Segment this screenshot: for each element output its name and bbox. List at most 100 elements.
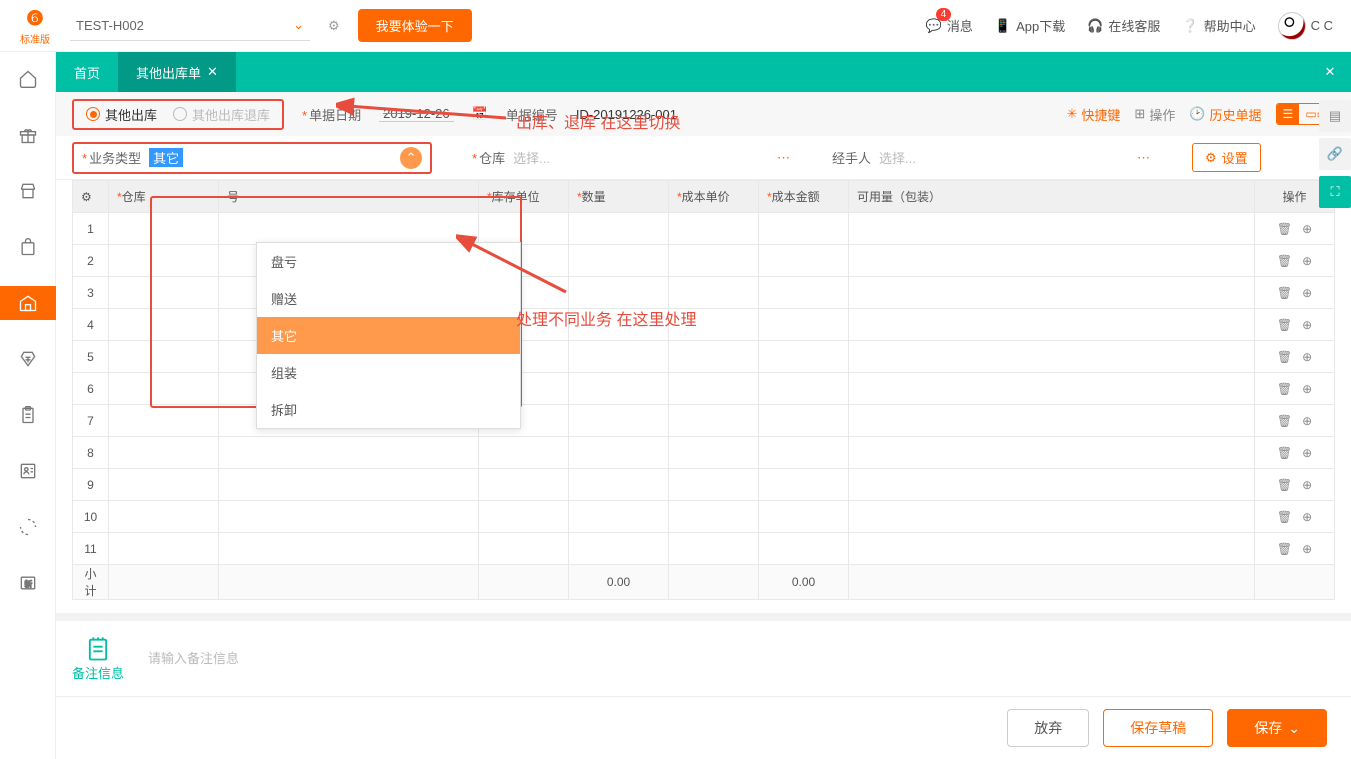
cell-amt[interactable]	[759, 437, 849, 469]
cell-avail[interactable]	[849, 277, 1255, 309]
add-icon[interactable]: ⊕	[1302, 414, 1312, 428]
more-icon[interactable]: ⋯	[1137, 150, 1152, 166]
user-menu[interactable]: C C	[1278, 12, 1333, 40]
tab-other-outbound[interactable]: 其他出库单 ✕	[118, 52, 236, 92]
cell-cost[interactable]	[669, 213, 759, 245]
delete-icon[interactable]: 🗑	[1277, 414, 1292, 428]
cell-avail[interactable]	[849, 309, 1255, 341]
cell-unit[interactable]	[479, 501, 569, 533]
delete-icon[interactable]: 🗑	[1277, 222, 1292, 236]
rail-doc-icon[interactable]: ▤	[1319, 100, 1351, 132]
cell-wh[interactable]	[109, 309, 219, 341]
cell-cost[interactable]	[669, 373, 759, 405]
nav-finance[interactable]	[0, 342, 56, 376]
cell-wh[interactable]	[109, 469, 219, 501]
save-button[interactable]: 保存⌄	[1227, 709, 1327, 747]
delete-icon[interactable]: 🗑	[1277, 478, 1292, 492]
rail-expand-icon[interactable]: ⛶	[1319, 176, 1351, 208]
help-center-button[interactable]: ❔ 帮助中心	[1182, 16, 1255, 35]
table-row[interactable]: 9🗑⊕	[73, 469, 1335, 501]
cell-wh[interactable]	[109, 341, 219, 373]
table-row[interactable]: 11🗑⊕	[73, 533, 1335, 565]
cell-qty[interactable]	[569, 341, 669, 373]
add-icon[interactable]: ⊕	[1302, 382, 1312, 396]
cell-amt[interactable]	[759, 341, 849, 373]
cell-qty[interactable]	[569, 533, 669, 565]
calendar-icon[interactable]: 📅	[472, 106, 488, 122]
business-type-field[interactable]: *业务类型 其它 ⌃	[72, 142, 432, 174]
cell-avail[interactable]	[849, 533, 1255, 565]
cell-wh[interactable]	[109, 501, 219, 533]
delete-icon[interactable]: 🗑	[1277, 286, 1292, 300]
cell-cost[interactable]	[669, 341, 759, 373]
cell-amt[interactable]	[759, 533, 849, 565]
cell-code[interactable]	[219, 501, 479, 533]
remark-input[interactable]	[148, 651, 1335, 666]
shortcut-button[interactable]: ✳快捷键	[1067, 105, 1121, 124]
cell-qty[interactable]	[569, 405, 669, 437]
table-row[interactable]: 10🗑⊕	[73, 501, 1335, 533]
cell-wh[interactable]	[109, 437, 219, 469]
cell-wh[interactable]	[109, 533, 219, 565]
dropdown-item[interactable]: 其它	[257, 317, 520, 354]
dropdown-item[interactable]: 拆卸	[257, 391, 520, 428]
cell-avail[interactable]	[849, 501, 1255, 533]
dropdown-item[interactable]: 组装	[257, 354, 520, 391]
cell-code[interactable]	[219, 213, 479, 245]
delete-icon[interactable]: 🗑	[1277, 542, 1292, 556]
cell-cost[interactable]	[669, 245, 759, 277]
cell-code[interactable]	[219, 469, 479, 501]
cell-amt[interactable]	[759, 501, 849, 533]
cell-qty[interactable]	[569, 213, 669, 245]
nav-home[interactable]	[0, 62, 56, 96]
radio-other-out[interactable]: 其他出库	[86, 105, 157, 124]
nav-warehouse[interactable]	[0, 286, 56, 320]
add-icon[interactable]: ⊕	[1302, 446, 1312, 460]
cell-amt[interactable]	[759, 469, 849, 501]
cell-qty[interactable]	[569, 277, 669, 309]
cell-amt[interactable]	[759, 245, 849, 277]
tabs-close-all[interactable]: ✕	[1309, 52, 1351, 92]
messages-button[interactable]: 💬 消息 4	[926, 16, 973, 35]
cell-wh[interactable]	[109, 277, 219, 309]
cell-amt[interactable]	[759, 373, 849, 405]
tab-home[interactable]: 首页	[56, 52, 118, 92]
table-row[interactable]: 1🗑⊕	[73, 213, 1335, 245]
add-icon[interactable]: ⊕	[1302, 222, 1312, 236]
cell-code[interactable]	[219, 437, 479, 469]
history-button[interactable]: 🕑历史单据	[1189, 105, 1261, 124]
nav-new[interactable]: 新	[0, 566, 56, 600]
cell-avail[interactable]	[849, 469, 1255, 501]
cell-qty[interactable]	[569, 373, 669, 405]
gear-icon[interactable]: ⚙	[328, 18, 340, 34]
nav-clipboard[interactable]	[0, 398, 56, 432]
cell-avail[interactable]	[849, 437, 1255, 469]
nav-contacts[interactable]	[0, 454, 56, 488]
customer-service-button[interactable]: 🎧 在线客服	[1087, 16, 1160, 35]
cell-code[interactable]	[219, 533, 479, 565]
delete-icon[interactable]: 🗑	[1277, 382, 1292, 396]
cell-amt[interactable]	[759, 309, 849, 341]
cell-avail[interactable]	[849, 341, 1255, 373]
trial-button[interactable]: 我要体验一下	[358, 9, 472, 42]
delete-icon[interactable]: 🗑	[1277, 510, 1292, 524]
cell-wh[interactable]	[109, 213, 219, 245]
add-icon[interactable]: ⊕	[1302, 510, 1312, 524]
nav-store[interactable]	[0, 174, 56, 208]
delete-icon[interactable]: 🗑	[1277, 350, 1292, 364]
cell-qty[interactable]	[569, 309, 669, 341]
delete-icon[interactable]: 🗑	[1277, 446, 1292, 460]
add-icon[interactable]: ⊕	[1302, 350, 1312, 364]
cell-cost[interactable]	[669, 405, 759, 437]
delete-icon[interactable]: 🗑	[1277, 318, 1292, 332]
table-row[interactable]: 8🗑⊕	[73, 437, 1335, 469]
close-icon[interactable]: ✕	[207, 64, 218, 80]
add-icon[interactable]: ⊕	[1302, 254, 1312, 268]
handler-field[interactable]: 经手人 选择... ⋯	[832, 148, 1152, 168]
cell-amt[interactable]	[759, 405, 849, 437]
cell-unit[interactable]	[479, 437, 569, 469]
cell-avail[interactable]	[849, 373, 1255, 405]
nav-bag[interactable]	[0, 230, 56, 264]
view-list[interactable]: ☰	[1277, 104, 1300, 124]
cell-cost[interactable]	[669, 533, 759, 565]
